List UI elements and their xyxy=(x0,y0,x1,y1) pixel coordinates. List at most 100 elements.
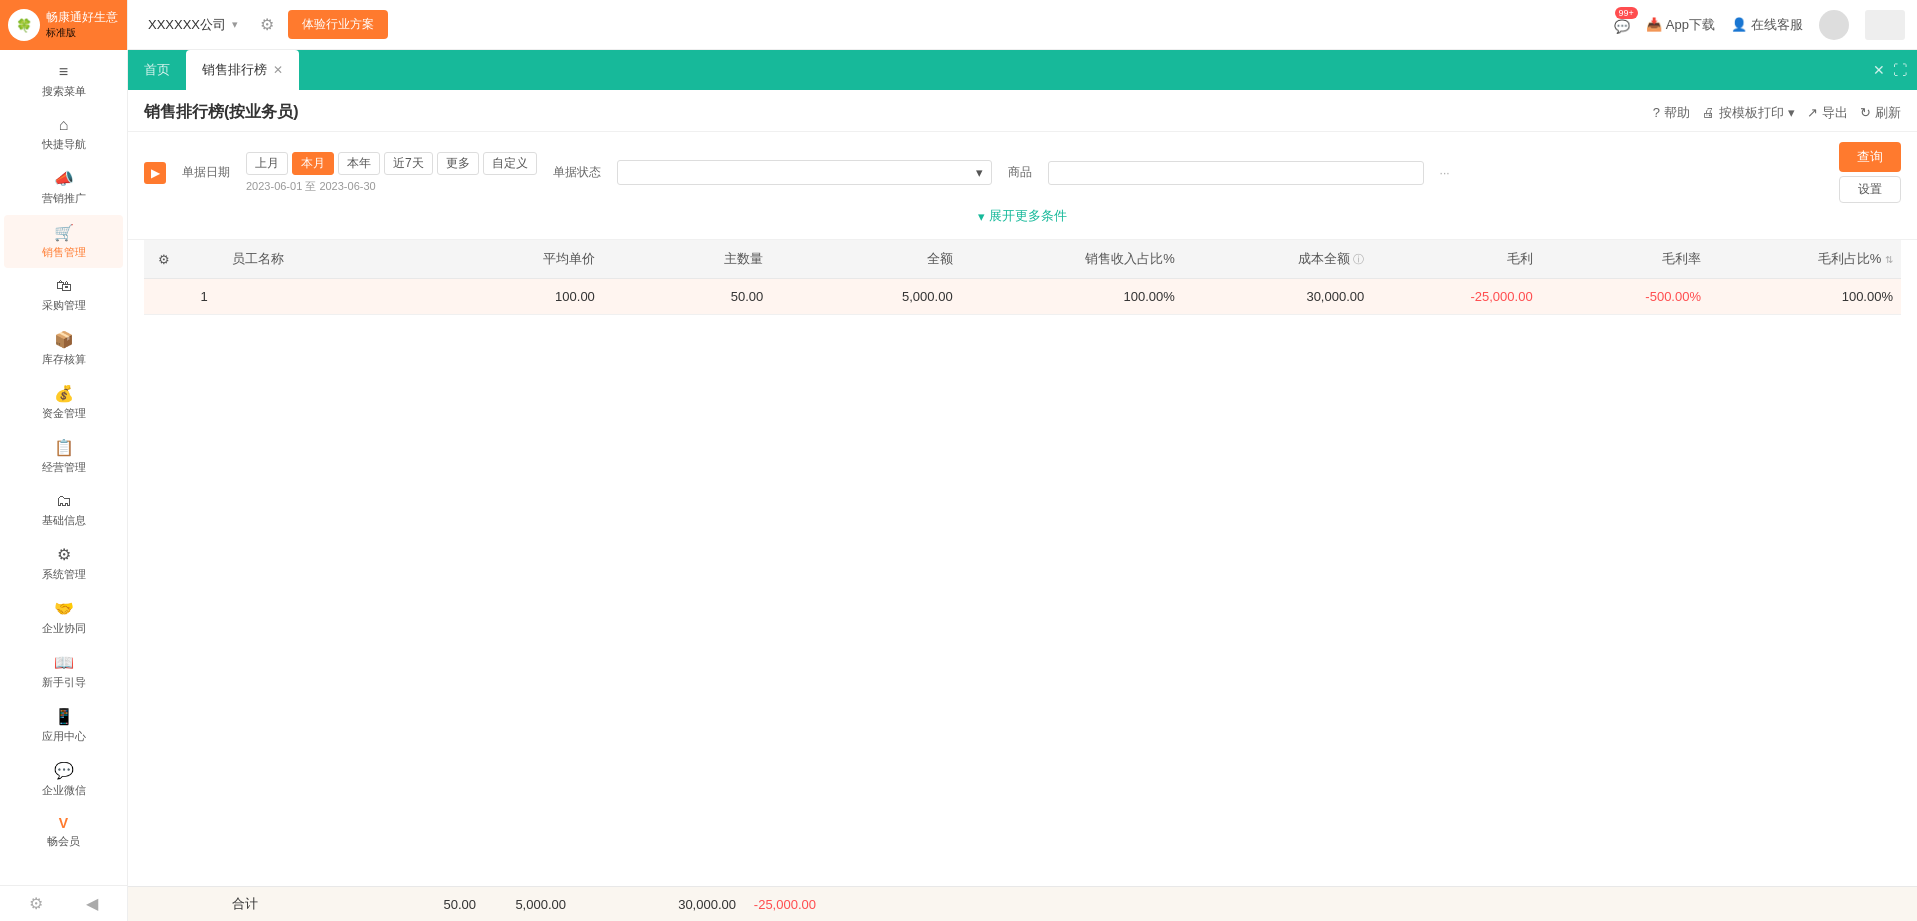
status-filter-label: 单据状态 xyxy=(553,164,601,181)
sidebar-label-sales: 销售管理 xyxy=(42,245,86,260)
collab-icon: 🤝 xyxy=(54,599,74,618)
date-btn-7days[interactable]: 近7天 xyxy=(384,152,433,175)
expand-more-btn[interactable]: ▾ 展开更多条件 xyxy=(144,203,1901,229)
sidebar-item-inventory[interactable]: 📦 库存核算 xyxy=(4,322,123,375)
sidebar-item-collab[interactable]: 🤝 企业协同 xyxy=(4,591,123,644)
th-settings[interactable]: ⚙ xyxy=(144,240,184,279)
refresh-btn[interactable]: ↻ 刷新 xyxy=(1860,104,1901,122)
filter-collapse-btn[interactable]: ▶ xyxy=(144,162,166,184)
user-name-area[interactable] xyxy=(1865,10,1905,40)
help-btn[interactable]: ? 帮助 xyxy=(1653,104,1690,122)
th-gross: 毛利 xyxy=(1372,240,1540,279)
status-select[interactable]: ▾ xyxy=(617,160,992,185)
settings-btn[interactable]: 设置 xyxy=(1839,176,1901,203)
cost-info-icon[interactable]: ⓘ xyxy=(1353,253,1364,265)
tab-sales-rank-label: 销售排行榜 xyxy=(202,61,267,79)
page-title: 销售排行榜(按业务员) xyxy=(144,102,299,123)
tab-bar: 首页 销售排行榜 ✕ ✕ ⛶ xyxy=(128,50,1917,90)
sidebar-item-basic[interactable]: 🗂 基础信息 xyxy=(4,484,123,536)
tab-maximize-icon[interactable]: ⛶ xyxy=(1893,62,1907,78)
topbar-gear-btn[interactable]: ⚙ xyxy=(256,11,278,38)
tab-close-icon[interactable]: ✕ xyxy=(273,63,283,77)
inner-page: 销售排行榜(按业务员) ? 帮助 🖨 按模板打印 ▾ ↗ 导出 xyxy=(128,90,1917,921)
page-content: 销售排行榜(按业务员) ? 帮助 🖨 按模板打印 ▾ ↗ 导出 xyxy=(128,90,1917,921)
sidebar-item-apps[interactable]: 📱 应用中心 xyxy=(4,699,123,752)
goods-filter-label: 商品 xyxy=(1008,164,1032,181)
system-icon: ⚙ xyxy=(57,545,71,564)
tab-home[interactable]: 首页 xyxy=(128,50,186,90)
sidebar-item-search[interactable]: ≡ 搜索菜单 xyxy=(4,55,123,107)
sidebar-label-search: 搜索菜单 xyxy=(42,84,86,99)
sidebar-item-guide[interactable]: 📖 新手引导 xyxy=(4,645,123,698)
basic-icon: 🗂 xyxy=(56,492,72,510)
tab-sales-rank[interactable]: 销售排行榜 ✕ xyxy=(186,50,299,90)
app-download-btn[interactable]: 📥 App下载 xyxy=(1646,16,1715,34)
date-btns: 上月 本月 本年 近7天 更多 自定义 xyxy=(246,152,537,175)
sidebar-item-operations[interactable]: 📋 经营管理 xyxy=(4,430,123,483)
date-btn-custom[interactable]: 自定义 xyxy=(483,152,537,175)
query-btn[interactable]: 查询 xyxy=(1839,142,1901,172)
purchase-icon: 🛍 xyxy=(56,277,72,295)
sidebar: 🍀 畅康通好生意 标准版 ≡ 搜索菜单 ⌂ 快捷导航 📣 营销推广 🛒 销售管理… xyxy=(0,0,128,921)
footer-gross: -25,000.00 xyxy=(744,897,824,912)
sidebar-label-purchase: 采购管理 xyxy=(42,298,86,313)
company-name: XXXXXX公司 xyxy=(148,16,226,34)
download-icon: 📥 xyxy=(1646,17,1662,32)
td-cost: 30,000.00 xyxy=(1183,279,1372,315)
sidebar-item-finance[interactable]: 💰 资金管理 xyxy=(4,376,123,429)
guide-icon: 📖 xyxy=(54,653,74,672)
th-amount: 全额 xyxy=(771,240,960,279)
sidebar-label-guide: 新手引导 xyxy=(42,675,86,690)
table-footer: 合计 50.00 5,000.00 30,000.00 -25,000.00 xyxy=(128,886,1917,921)
page-header-actions: ? 帮助 🖨 按模板打印 ▾ ↗ 导出 ↻ 刷新 xyxy=(1653,104,1901,122)
sort-icon[interactable]: ⇅ xyxy=(1885,254,1893,265)
sidebar-label-marketing: 营销推广 xyxy=(42,191,86,206)
date-btn-year[interactable]: 本年 xyxy=(338,152,380,175)
print-dropdown-icon: ▾ xyxy=(1788,105,1795,120)
date-btn-more[interactable]: 更多 xyxy=(437,152,479,175)
tab-close-window-icon[interactable]: ✕ xyxy=(1873,62,1885,78)
sidebar-item-purchase[interactable]: 🛍 采购管理 xyxy=(4,269,123,321)
sidebar-item-marketing[interactable]: 📣 营销推广 xyxy=(4,161,123,214)
sidebar-settings-btn[interactable]: ⚙ xyxy=(29,894,43,913)
inventory-icon: 📦 xyxy=(54,330,74,349)
user-avatar[interactable] xyxy=(1819,10,1849,40)
template-print-btn[interactable]: 🖨 按模板打印 ▾ xyxy=(1702,104,1795,122)
export-btn[interactable]: ↗ 导出 xyxy=(1807,104,1848,122)
sidebar-item-member[interactable]: V 畅会员 xyxy=(4,807,123,857)
td-gross-pct: 100.00% xyxy=(1709,279,1901,315)
notification-btn[interactable]: 💬 99+ xyxy=(1614,13,1630,36)
sidebar-collapse-btn[interactable]: ◀ xyxy=(86,894,98,913)
goods-more-icon[interactable]: ··· xyxy=(1440,166,1450,180)
th-name: 员工名称 xyxy=(224,240,434,279)
sidebar-label-collab: 企业协同 xyxy=(42,621,86,636)
search-menu-icon: ≡ xyxy=(59,63,68,81)
apps-icon: 📱 xyxy=(54,707,74,726)
main-area: XXXXXX公司 ▾ ⚙ 体验行业方案 💬 99+ 📥 App下载 👤 在线客服 xyxy=(128,0,1917,921)
sidebar-label-basic: 基础信息 xyxy=(42,513,86,528)
query-btn-area: 查询 设置 xyxy=(1839,142,1901,203)
chat-icon: 💬 xyxy=(1614,19,1630,34)
notification-badge: 99+ xyxy=(1615,7,1638,19)
marketing-icon: 📣 xyxy=(54,169,74,188)
industry-btn[interactable]: 体验行业方案 xyxy=(288,10,388,39)
online-service-btn[interactable]: 👤 在线客服 xyxy=(1731,16,1803,34)
sidebar-item-shortcut[interactable]: ⌂ 快捷导航 xyxy=(4,108,123,160)
date-btn-prev[interactable]: 上月 xyxy=(246,152,288,175)
sidebar-logo: 🍀 畅康通好生意 标准版 xyxy=(0,0,127,50)
th-cost: 成本全额 ⓘ xyxy=(1183,240,1372,279)
sidebar-footer: ⚙ ◀ xyxy=(0,885,127,921)
date-btn-curr[interactable]: 本月 xyxy=(292,152,334,175)
td-qty: 50.00 xyxy=(603,279,771,315)
td-gross: -25,000.00 xyxy=(1372,279,1540,315)
filter-row-1: ▶ 单据日期 上月 本月 本年 近7天 更多 自定义 2023-06-01 至 … xyxy=(144,142,1901,203)
goods-input[interactable] xyxy=(1048,161,1423,185)
sales-icon: 🛒 xyxy=(54,223,74,242)
sidebar-item-wechat[interactable]: 💬 企业微信 xyxy=(4,753,123,806)
export-icon: ↗ xyxy=(1807,105,1818,120)
sidebar-item-sales[interactable]: 🛒 销售管理 xyxy=(4,215,123,268)
data-table: ⚙ 员工名称 平均单价 主数量 全额 销售收入占比% 成本全额 ⓘ 毛利 毛利率 xyxy=(144,240,1901,315)
sidebar-item-system[interactable]: ⚙ 系统管理 xyxy=(4,537,123,590)
company-selector[interactable]: XXXXXX公司 ▾ xyxy=(140,12,246,38)
company-dropdown-icon: ▾ xyxy=(232,18,238,31)
